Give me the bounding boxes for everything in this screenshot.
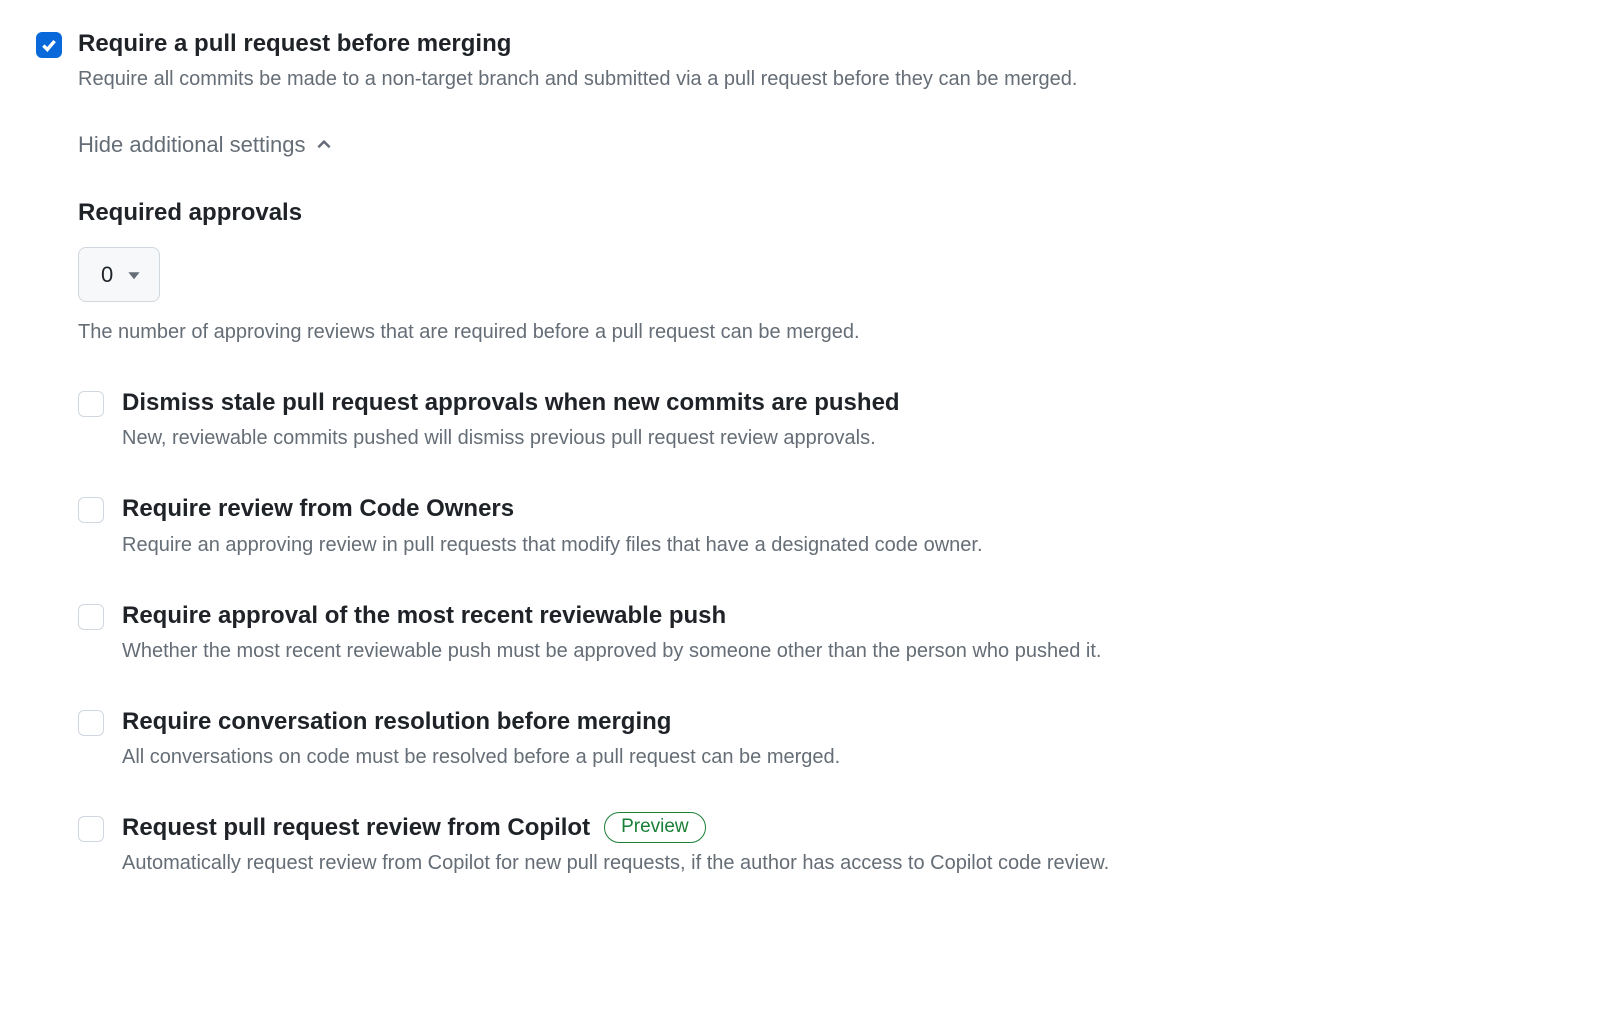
option-description: Automatically request review from Copilo… xyxy=(122,849,1582,878)
option-title-text: Dismiss stale pull request approvals whe… xyxy=(122,387,900,418)
option-content: Require approval of the most recent revi… xyxy=(122,600,1582,666)
require-pull-request-setting: Require a pull request before merging Re… xyxy=(36,28,1582,94)
required-approvals-title: Required approvals xyxy=(78,195,1582,231)
dismiss-stale-approvals-checkbox[interactable] xyxy=(78,391,104,417)
required-approvals-select[interactable]: 0 xyxy=(78,247,160,302)
option-content: Require review from Code Owners Require … xyxy=(122,493,1582,559)
option-title-text: Require conversation resolution before m… xyxy=(122,706,671,737)
require-code-owners-checkbox[interactable] xyxy=(78,497,104,523)
require-conversation-resolution-checkbox[interactable] xyxy=(78,710,104,736)
required-approvals-section: Required approvals 0 The number of appro… xyxy=(78,195,1582,347)
require-pull-request-title: Require a pull request before merging xyxy=(78,28,1582,59)
approvals-select-wrap: 0 xyxy=(78,247,1582,302)
require-pull-request-description: Require all commits be made to a non-tar… xyxy=(78,65,1582,94)
check-icon xyxy=(40,36,58,54)
hide-additional-settings-toggle[interactable]: Hide additional settings xyxy=(78,128,333,161)
require-pull-request-checkbox[interactable] xyxy=(36,32,62,58)
caret-down-icon xyxy=(127,268,141,282)
option-title: Request pull request review from Copilot… xyxy=(122,812,1582,843)
request-copilot-review-checkbox[interactable] xyxy=(78,816,104,842)
option-description: Require an approving review in pull requ… xyxy=(122,531,1582,560)
option-title: Require review from Code Owners xyxy=(122,493,1582,524)
option-title-text: Require approval of the most recent revi… xyxy=(122,600,726,631)
require-pull-request-content: Require a pull request before merging Re… xyxy=(78,28,1582,94)
option-content: Request pull request review from Copilot… xyxy=(122,812,1582,878)
require-recent-push-approval-checkbox[interactable] xyxy=(78,604,104,630)
option-title: Require conversation resolution before m… xyxy=(122,706,1582,737)
toggle-label: Hide additional settings xyxy=(78,128,305,161)
option-content: Dismiss stale pull request approvals whe… xyxy=(122,387,1582,453)
preview-badge: Preview xyxy=(604,812,706,843)
dismiss-stale-approvals-option: Dismiss stale pull request approvals whe… xyxy=(78,387,1582,453)
required-approvals-description: The number of approving reviews that are… xyxy=(78,318,1582,347)
additional-options-list: Dismiss stale pull request approvals whe… xyxy=(78,387,1582,878)
option-description: Whether the most recent reviewable push … xyxy=(122,637,1582,666)
option-title-text: Require review from Code Owners xyxy=(122,493,514,524)
option-description: New, reviewable commits pushed will dism… xyxy=(122,424,1582,453)
request-copilot-review-option: Request pull request review from Copilot… xyxy=(78,812,1582,878)
option-title: Require approval of the most recent revi… xyxy=(122,600,1582,631)
require-recent-push-approval-option: Require approval of the most recent revi… xyxy=(78,600,1582,666)
option-content: Require conversation resolution before m… xyxy=(122,706,1582,772)
option-title-text: Request pull request review from Copilot xyxy=(122,812,590,843)
require-conversation-resolution-option: Require conversation resolution before m… xyxy=(78,706,1582,772)
require-code-owners-option: Require review from Code Owners Require … xyxy=(78,493,1582,559)
approvals-value: 0 xyxy=(101,258,113,291)
option-title: Dismiss stale pull request approvals whe… xyxy=(122,387,1582,418)
chevron-up-icon xyxy=(315,136,333,154)
option-description: All conversations on code must be resolv… xyxy=(122,743,1582,772)
